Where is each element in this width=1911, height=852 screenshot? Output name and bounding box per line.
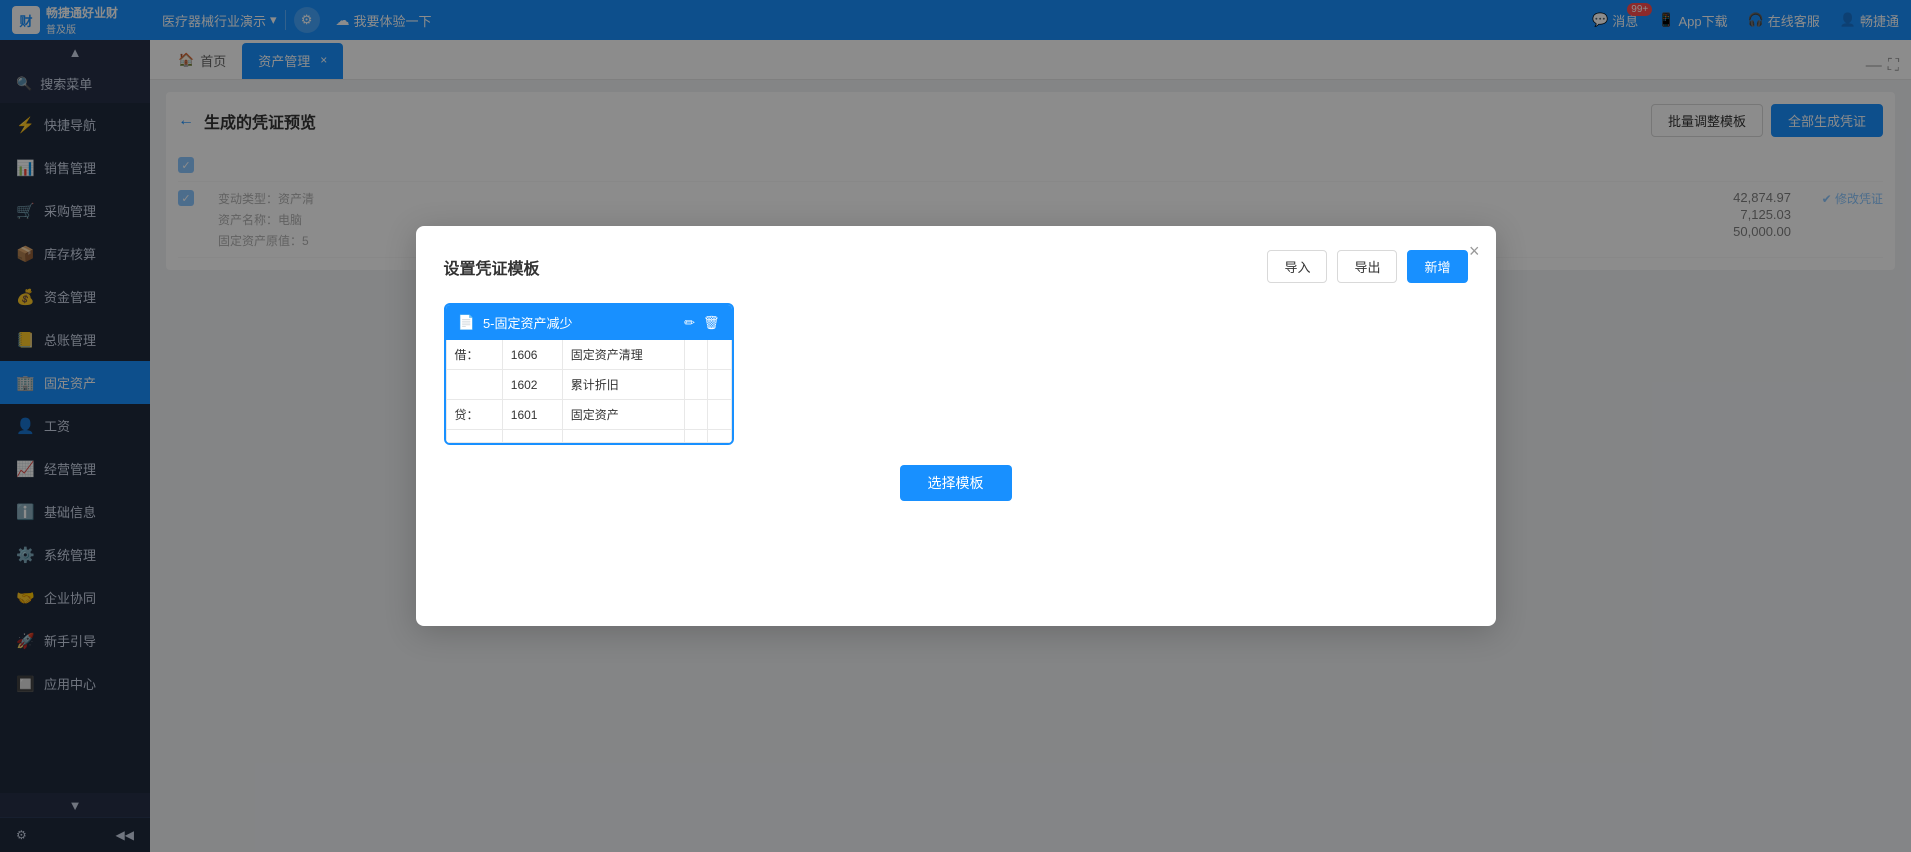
name-cell: 固定资产	[562, 400, 684, 430]
code-cell: 1601	[502, 400, 562, 430]
template-card-body: 借： 1606 固定资产清理 1602 累计折旧	[446, 340, 732, 443]
modal-header: 设置凭证模板 导入 导出 新增	[444, 250, 1468, 283]
col3-cell	[684, 400, 707, 430]
template-card-actions: ✏ 🗑	[684, 315, 719, 331]
col3-cell	[684, 370, 707, 400]
new-button[interactable]: 新增	[1407, 250, 1467, 283]
name-cell: 固定资产清理	[562, 340, 684, 370]
col3-cell	[684, 340, 707, 370]
col3-cell	[684, 430, 707, 443]
col4-cell	[708, 400, 731, 430]
col4-cell	[708, 340, 731, 370]
select-template-button[interactable]: 选择模板	[900, 465, 1012, 501]
name-cell: 累计折旧	[562, 370, 684, 400]
code-cell: 1602	[502, 370, 562, 400]
direction-cell: 贷：	[446, 400, 502, 430]
modal-title: 设置凭证模板	[444, 255, 540, 279]
template-card-header: 📄 5-固定资产减少 ✏ 🗑	[446, 305, 732, 340]
export-button[interactable]: 导出	[1337, 250, 1397, 283]
col4-cell	[708, 370, 731, 400]
code-cell	[502, 430, 562, 443]
table-row	[446, 430, 731, 443]
template-card: 📄 5-固定资产减少 ✏ 🗑 借： 1606 固定资产清理	[444, 303, 734, 445]
table-row: 借： 1606 固定资产清理	[446, 340, 731, 370]
import-button[interactable]: 导入	[1267, 250, 1327, 283]
template-name: 5-固定资产减少	[483, 313, 573, 332]
modal-set-template: 设置凭证模板 导入 导出 新增 × 📄 5-固定资产减少 ✏ 🗑	[416, 226, 1496, 626]
direction-cell	[446, 430, 502, 443]
direction-cell	[446, 370, 502, 400]
template-file-icon: 📄	[458, 314, 475, 331]
template-edit-icon[interactable]: ✏	[684, 315, 695, 331]
col4-cell	[708, 430, 731, 443]
direction-cell: 借：	[446, 340, 502, 370]
code-cell: 1606	[502, 340, 562, 370]
modal-close-icon[interactable]: ×	[1469, 242, 1480, 260]
table-row: 1602 累计折旧	[446, 370, 731, 400]
template-table: 借： 1606 固定资产清理 1602 累计折旧	[446, 340, 732, 443]
select-template-area: 选择模板	[444, 465, 1468, 501]
modal-overlay: 设置凭证模板 导入 导出 新增 × 📄 5-固定资产减少 ✏ 🗑	[0, 0, 1911, 852]
table-row: 贷： 1601 固定资产	[446, 400, 731, 430]
name-cell	[562, 430, 684, 443]
modal-actions: 导入 导出 新增	[1267, 250, 1467, 283]
template-delete-icon[interactable]: 🗑	[703, 315, 720, 331]
